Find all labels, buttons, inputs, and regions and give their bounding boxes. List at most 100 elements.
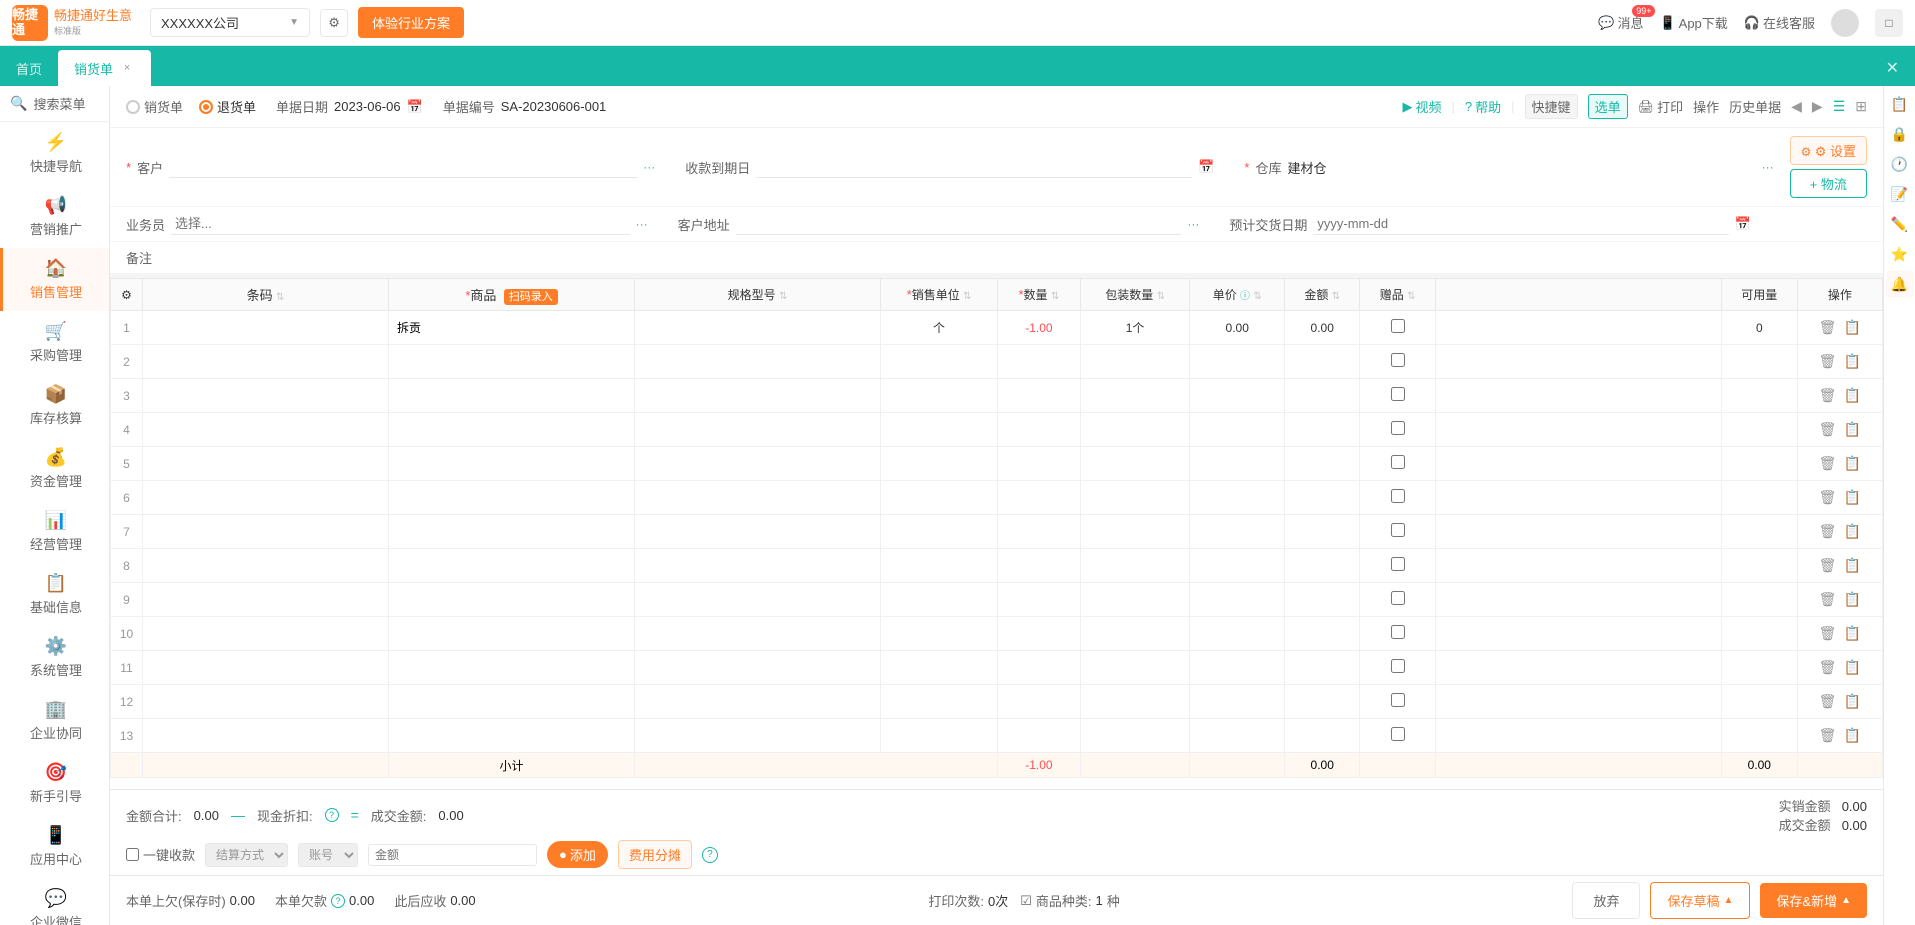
sidebar-item-wechat[interactable]: 💬 企业微信 <box>0 878 109 925</box>
abandon-button[interactable]: 放弃 <box>1572 882 1640 919</box>
unit-cell[interactable] <box>881 345 998 379</box>
copy-row-button[interactable]: 📋 <box>1844 489 1861 505</box>
expand-button[interactable]: □ <box>1875 9 1903 37</box>
save-draft-button[interactable]: 保存草稿 ▲ <box>1650 882 1750 919</box>
right-panel-btn-2[interactable]: 🔒 <box>1886 120 1914 148</box>
barcode-cell[interactable] <box>143 685 389 719</box>
pack-qty-cell[interactable] <box>1080 719 1190 753</box>
qty-cell[interactable]: -1.00 <box>998 311 1081 345</box>
sidebar-item-quick-nav[interactable]: ⚡ 快捷导航 <box>0 122 109 185</box>
right-panel-btn-1[interactable]: 📋 <box>1886 90 1914 118</box>
gift-cell[interactable] <box>1360 447 1435 481</box>
fee-split-button[interactable]: 费用分摊 <box>618 840 692 869</box>
pack-qty-cell[interactable] <box>1080 447 1190 481</box>
remarks-cell[interactable] <box>1435 413 1721 447</box>
product-cell[interactable] <box>389 719 635 753</box>
barcode-cell[interactable] <box>143 311 389 345</box>
unit-price-cell[interactable] <box>1190 651 1285 685</box>
gift-cell[interactable] <box>1360 617 1435 651</box>
gift-cell[interactable] <box>1360 549 1435 583</box>
delete-row-button[interactable]: 🗑 <box>1819 523 1837 539</box>
remarks-cell[interactable] <box>1435 617 1721 651</box>
unit-price-cell[interactable] <box>1190 515 1285 549</box>
salesperson-input[interactable] <box>171 213 630 235</box>
qty-cell[interactable] <box>998 651 1081 685</box>
sidebar-item-inventory[interactable]: 📦 库存核算 <box>0 374 109 437</box>
help-btn[interactable]: ? 帮助 <box>1465 97 1501 116</box>
unit-price-cell[interactable] <box>1190 685 1285 719</box>
warehouse-dots-button[interactable]: ··· <box>1762 160 1774 174</box>
product-cell[interactable] <box>389 617 635 651</box>
qty-cell[interactable] <box>998 481 1081 515</box>
tab-home[interactable]: 首页 <box>0 50 58 86</box>
spec-cell[interactable] <box>635 515 881 549</box>
customer-dots-button[interactable]: ··· <box>643 160 655 174</box>
barcode-cell[interactable] <box>143 617 389 651</box>
unit-cell[interactable]: 个 <box>881 311 998 345</box>
add-cashier-button[interactable]: ● 添加 <box>547 841 608 868</box>
product-cell[interactable] <box>389 583 635 617</box>
app-download-button[interactable]: 📱 App下载 <box>1659 13 1727 32</box>
unit-cell[interactable] <box>881 617 998 651</box>
tab-close-icon[interactable]: × <box>119 60 135 76</box>
radio-sales[interactable]: 销货单 <box>126 97 183 116</box>
barcode-cell[interactable] <box>143 345 389 379</box>
amount-cell[interactable] <box>1284 345 1359 379</box>
pack-qty-cell[interactable] <box>1080 515 1190 549</box>
gift-cell[interactable] <box>1360 719 1435 753</box>
product-cell[interactable] <box>389 685 635 719</box>
gift-cell[interactable] <box>1360 583 1435 617</box>
pack-qty-cell[interactable] <box>1080 345 1190 379</box>
cashier-amount-input[interactable] <box>368 844 537 866</box>
copy-row-button[interactable]: 📋 <box>1844 591 1861 607</box>
product-type-item[interactable]: ☑ 商品种类: 1 种 <box>1020 891 1120 910</box>
amount-cell[interactable] <box>1284 651 1359 685</box>
delete-row-button[interactable]: 🗑 <box>1819 727 1837 743</box>
product-cell[interactable] <box>389 311 635 345</box>
spec-cell[interactable] <box>635 413 881 447</box>
prev-record-button[interactable]: ◀ <box>1791 98 1802 115</box>
select-btn[interactable]: 选单 <box>1588 94 1628 119</box>
barcode-cell[interactable] <box>143 651 389 685</box>
delete-row-button[interactable]: 🗑 <box>1819 625 1837 641</box>
copy-row-button[interactable]: 📋 <box>1844 319 1861 335</box>
amount-cell[interactable] <box>1284 685 1359 719</box>
customer-input[interactable] <box>169 156 637 178</box>
pack-qty-cell[interactable] <box>1080 583 1190 617</box>
online-service-button[interactable]: 🎧 在线客服 <box>1744 13 1815 32</box>
copy-row-button[interactable]: 📋 <box>1844 693 1861 709</box>
sidebar-item-finance[interactable]: 💰 资金管理 <box>0 437 109 500</box>
copy-row-button[interactable]: 📋 <box>1844 455 1861 471</box>
unit-cell[interactable] <box>881 447 998 481</box>
product-cell[interactable] <box>389 549 635 583</box>
cashier-checkbox[interactable]: 一键收款 <box>126 845 195 864</box>
question-icon[interactable]: ? <box>325 808 339 822</box>
remarks-cell[interactable] <box>1435 379 1721 413</box>
product-cell[interactable] <box>389 413 635 447</box>
qty-cell[interactable] <box>998 413 1081 447</box>
cashier-check[interactable] <box>126 848 139 861</box>
delete-row-button[interactable]: 🗑 <box>1819 489 1837 505</box>
right-panel-btn-4[interactable]: 📝 <box>1886 180 1914 208</box>
barcode-cell[interactable] <box>143 719 389 753</box>
qty-cell[interactable] <box>998 685 1081 719</box>
barcode-cell[interactable] <box>143 447 389 481</box>
gift-cell[interactable] <box>1360 515 1435 549</box>
scan-barcode-button[interactable]: 扫码录入 <box>504 289 558 305</box>
spec-cell[interactable] <box>635 447 881 481</box>
unit-cell[interactable] <box>881 549 998 583</box>
right-panel-btn-6[interactable]: ⭐ <box>1886 240 1914 268</box>
unit-price-cell[interactable] <box>1190 549 1285 583</box>
grid-view-button[interactable]: ⊞ <box>1855 98 1867 115</box>
delivery-date-input[interactable] <box>1313 213 1728 235</box>
message-button[interactable]: 💬 消息 99+ <box>1598 13 1643 32</box>
calendar-icon[interactable]: 📅 <box>407 99 423 115</box>
save-new-button[interactable]: 保存&新增 ▲ <box>1760 883 1867 918</box>
question-icon2[interactable]: ? <box>331 894 345 908</box>
sidebar-item-app-center[interactable]: 📱 应用中心 <box>0 815 109 878</box>
spec-cell[interactable] <box>635 583 881 617</box>
pack-qty-cell[interactable] <box>1080 413 1190 447</box>
amount-cell[interactable] <box>1284 481 1359 515</box>
barcode-cell[interactable] <box>143 413 389 447</box>
video-btn[interactable]: ▶ 视频 <box>1403 97 1442 116</box>
